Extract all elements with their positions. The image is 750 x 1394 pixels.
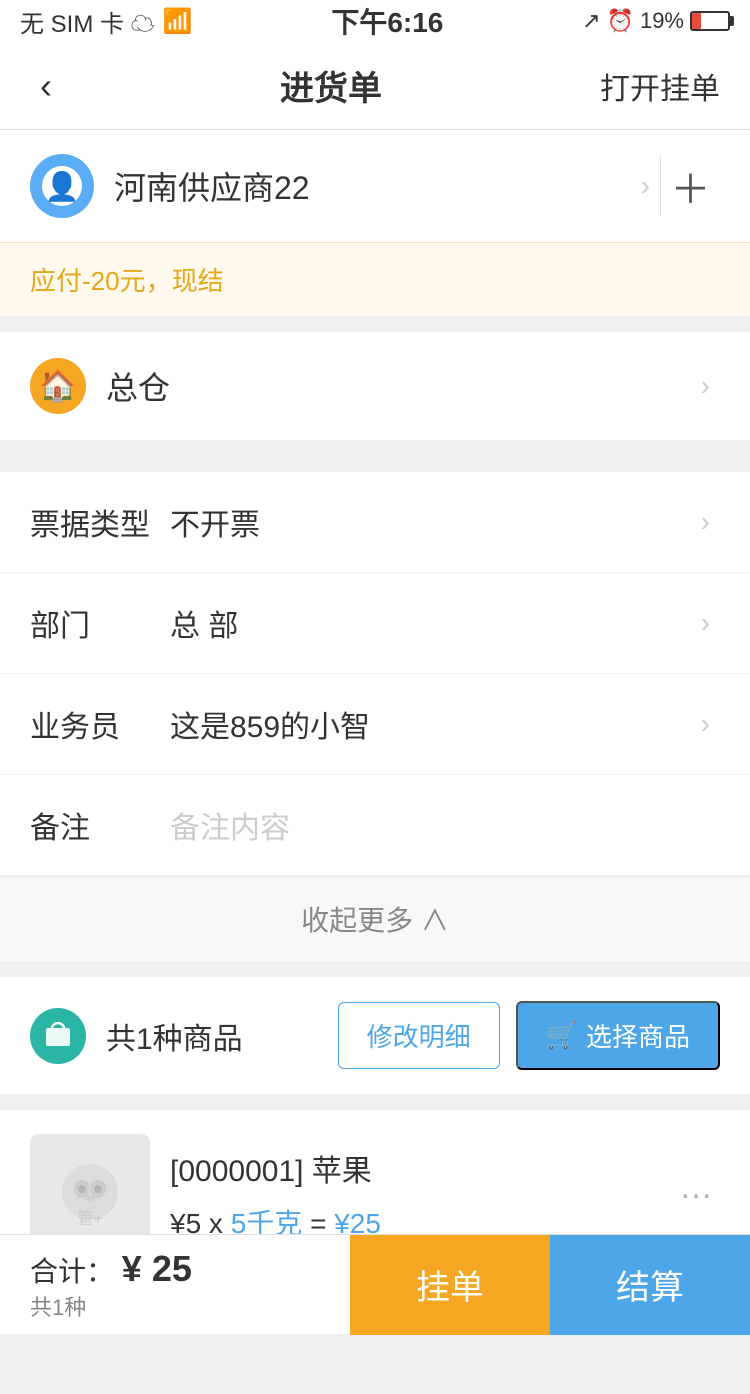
warehouse-name: 总仓 xyxy=(106,363,701,409)
add-supplier-button[interactable]: ＋ xyxy=(660,156,720,216)
status-right: ↗ ⏰ 19% xyxy=(582,8,730,34)
supplier-name: 河南供应商22 xyxy=(114,163,641,209)
products-header: 共1种商品 修改明细 🛒 选择商品 xyxy=(0,977,750,1094)
products-count: 共1种商品 xyxy=(106,1014,338,1058)
products-section: 共1种商品 修改明细 🛒 选择商品 xyxy=(0,977,750,1094)
form-section: 票据类型 不开票 › 部门 总 部 › 业务员 这是859的小智 › 备注 备注… xyxy=(0,472,750,961)
department-chevron-icon: › xyxy=(701,607,710,639)
salesman-label: 业务员 xyxy=(30,702,150,746)
total-label: 合计： xyxy=(30,1256,114,1287)
battery-icon xyxy=(690,11,730,31)
ticket-type-label: 票据类型 xyxy=(30,500,150,544)
salesman-chevron-icon: › xyxy=(701,708,710,740)
location-icon: ↗ xyxy=(582,8,600,34)
salesman-row[interactable]: 业务员 这是859的小智 › xyxy=(0,674,750,775)
svg-text:管+: 管+ xyxy=(77,1210,102,1228)
supplier-section: 👤 河南供应商22 › ＋ 应付-20元，现结 xyxy=(0,130,750,316)
ticket-type-value: 不开票 xyxy=(150,500,701,544)
checkout-button[interactable]: 结算 xyxy=(550,1235,750,1335)
nav-bar: ‹ 进货单 打开挂单 xyxy=(0,42,750,130)
remark-row[interactable]: 备注 备注内容 xyxy=(0,775,750,876)
wifi-icon: 📶 xyxy=(163,7,193,36)
open-hang-button[interactable]: 打开挂单 xyxy=(600,64,720,108)
alarm-icon: ⏰ xyxy=(607,8,634,34)
total-section: 合计： ¥ 25 共1种 xyxy=(0,1248,350,1322)
divider-2 xyxy=(0,456,750,472)
status-time: 下午6:16 xyxy=(331,1,443,41)
product-title: 苹果 xyxy=(312,1155,372,1188)
modify-detail-button[interactable]: 修改明细 xyxy=(338,1002,500,1069)
content-area: 👤 河南供应商22 › ＋ 应付-20元，现结 🏠 总仓 › 票据类型 不开票 … xyxy=(0,130,750,1394)
product-code: [0000001] xyxy=(170,1155,312,1188)
hang-order-button[interactable]: 挂单 xyxy=(350,1235,550,1335)
divider-1 xyxy=(0,316,750,332)
back-button[interactable]: ‹ xyxy=(30,55,62,117)
total-amount: ¥ 25 xyxy=(122,1248,192,1289)
status-left: 无 SIM 卡 ☁ 📶 xyxy=(20,4,193,39)
remark-input[interactable]: 备注内容 xyxy=(150,803,720,847)
supplier-row[interactable]: 👤 河南供应商22 › ＋ xyxy=(0,130,750,242)
department-value: 总 部 xyxy=(150,601,701,645)
department-label: 部门 xyxy=(30,601,150,645)
cart-icon: 🛒 xyxy=(546,1020,578,1051)
salesman-value: 这是859的小智 xyxy=(150,702,701,746)
warehouse-chevron-icon: › xyxy=(701,370,710,402)
product-info: [0000001] 苹果 ¥5 x 5千克 = ¥25 xyxy=(170,1146,652,1242)
chevron-right-icon: › xyxy=(641,170,650,202)
supplier-avatar: 👤 xyxy=(30,154,94,218)
warehouse-row[interactable]: 🏠 总仓 › xyxy=(0,332,750,440)
ticket-type-row[interactable]: 票据类型 不开票 › xyxy=(0,472,750,573)
sim-status: 无 SIM 卡 ☁ xyxy=(20,4,155,39)
bottom-bar: 合计： ¥ 25 共1种 挂单 结算 xyxy=(0,1234,750,1334)
department-row[interactable]: 部门 总 部 › xyxy=(0,573,750,674)
product-name: [0000001] 苹果 xyxy=(170,1146,652,1190)
total-row: 合计： ¥ 25 xyxy=(30,1248,320,1290)
battery-percent: 19% xyxy=(640,8,684,34)
warehouse-icon: 🏠 xyxy=(30,358,86,414)
ticket-type-chevron-icon: › xyxy=(701,506,710,538)
status-bar: 无 SIM 卡 ☁ 📶 下午6:16 ↗ ⏰ 19% xyxy=(0,0,750,42)
product-more-button[interactable]: ··· xyxy=(672,1168,720,1221)
warehouse-section[interactable]: 🏠 总仓 › xyxy=(0,332,750,440)
total-count: 共1种 xyxy=(30,1290,320,1322)
products-icon xyxy=(30,1008,86,1064)
collapse-toggle-button[interactable]: 收起更多 ∧ xyxy=(0,876,750,961)
page-title: 进货单 xyxy=(280,61,382,110)
user-icon: 👤 xyxy=(42,166,82,206)
payment-hint: 应付-20元，现结 xyxy=(0,242,750,316)
remark-label: 备注 xyxy=(30,803,150,847)
select-product-button[interactable]: 🛒 选择商品 xyxy=(516,1001,720,1070)
